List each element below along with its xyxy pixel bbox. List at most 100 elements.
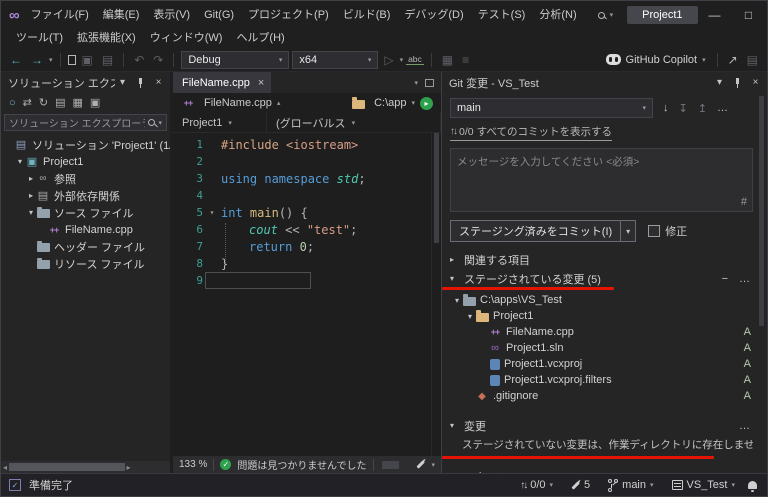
sync-commits-status[interactable]: ↑↓ 0/0 ▾ — [515, 479, 558, 491]
share-icon[interactable]: ↗ — [725, 54, 741, 66]
navigate-forward-icon[interactable]: → — [28, 54, 46, 66]
menu-item[interactable]: 拡張機能(X) — [70, 29, 143, 48]
tree-item[interactable]: ヘッダー ファイル — [1, 238, 170, 255]
solution-configurations-dropdown[interactable]: Debug ▾ — [181, 50, 290, 69]
scrollbar-thumb[interactable] — [9, 463, 125, 471]
vertical-scrollbar[interactable] — [757, 94, 766, 471]
minimize-button[interactable]: — — [698, 1, 732, 29]
solution-platforms-dropdown[interactable]: x64 ▾ — [292, 50, 379, 69]
scope-dropdown[interactable]: (グローバルス ▾ — [267, 113, 441, 132]
notifications-bell-icon[interactable] — [748, 481, 757, 492]
section-related-items[interactable]: ▸ 関連する項目 — [450, 250, 753, 269]
pending-edits-status[interactable]: 5 — [566, 479, 595, 491]
sync-active-document-icon[interactable]: ⇄ — [23, 96, 32, 109]
menu-item[interactable]: プロジェクト(P) — [241, 1, 336, 29]
expander-icon[interactable]: ▾ — [15, 157, 25, 166]
float-window-icon[interactable] — [425, 78, 434, 87]
menu-item[interactable]: ファイル(F) — [24, 1, 96, 29]
staged-file-row[interactable]: FileName.cpp A — [450, 324, 753, 340]
close-icon[interactable]: × — [151, 77, 166, 88]
navigate-back-icon[interactable]: ← — [7, 54, 25, 66]
zoom-level-dropdown[interactable]: 133 % — [179, 459, 207, 470]
code-line[interactable]: 9 — [173, 272, 431, 289]
commit-options-chevron-icon[interactable]: ▾ — [620, 221, 635, 241]
document-selector[interactable]: FileName.cpp — [204, 97, 272, 109]
search-box[interactable]: ▾ — [594, 11, 618, 19]
tab-filename-cpp[interactable]: FileName.cpp × — [173, 72, 272, 93]
expander-icon[interactable]: ▾ — [465, 312, 475, 321]
staged-file-row[interactable]: ▾ C:\apps\VS_Test — [450, 292, 753, 308]
expander-expanded-icon[interactable]: ▾ — [450, 421, 459, 430]
github-copilot-button[interactable]: GitHub Copilot ▾ — [602, 54, 710, 66]
branch-selector-dropdown[interactable]: main ▾ — [450, 98, 653, 118]
menu-item[interactable]: 編集(E) — [96, 1, 147, 29]
code-line[interactable]: 8} — [173, 255, 431, 272]
redo-icon[interactable]: ↷ — [150, 54, 166, 66]
staged-file-row[interactable]: Project1.vcxproj.filters A — [450, 372, 753, 388]
section-stashes[interactable]: ▸ スタッシュ — [450, 467, 753, 474]
undo-icon[interactable]: ↶ — [131, 54, 147, 66]
repo-path-selector[interactable]: C:\app — [374, 97, 406, 109]
code-line[interactable]: 4 — [173, 187, 431, 204]
scroll-left-icon[interactable]: ◂ — [3, 463, 7, 472]
horizontal-scrollbar[interactable]: ◂ ▸ — [1, 461, 170, 473]
line-options-icon[interactable]: ≡ — [459, 54, 472, 66]
staged-file-row[interactable]: .gitignore A — [450, 388, 753, 404]
scroll-right-icon[interactable]: ▸ — [127, 463, 131, 472]
checkbox-box[interactable] — [648, 225, 661, 237]
chevron-up-icon[interactable]: ▴ — [277, 99, 281, 107]
health-message[interactable]: 問題は見つかりませんでした — [237, 457, 366, 472]
chevron-down-icon[interactable]: ▾ — [712, 77, 727, 88]
vertical-scrollbar[interactable] — [431, 133, 441, 455]
chevron-down-icon[interactable]: ▾ — [115, 77, 130, 88]
staged-file-row[interactable]: Project1.vcxproj A — [450, 356, 753, 372]
code-editor[interactable]: 1 #include <iostream> 2 3 using namespace st… — [173, 133, 441, 455]
menu-item[interactable]: ビルド(B) — [336, 1, 398, 29]
search-chevron-icon[interactable]: ▾ — [610, 11, 614, 19]
tree-item[interactable]: ▸ 参照 — [1, 170, 170, 187]
pin-icon[interactable] — [137, 77, 145, 88]
chevron-down-icon[interactable]: ▾ — [411, 99, 415, 107]
fetch-icon[interactable]: ↓ — [663, 102, 669, 114]
tree-item[interactable]: FileName.cpp — [1, 221, 170, 238]
scrollbar-thumb[interactable] — [759, 96, 764, 326]
tree-item[interactable]: リソース ファイル — [1, 255, 170, 272]
work-item-hash-icon[interactable]: # — [741, 196, 747, 208]
staged-file-row[interactable]: Project1.sln A — [450, 340, 753, 356]
background-tasks-icon[interactable]: ✓ — [9, 479, 21, 491]
more-icon[interactable]: … — [736, 273, 753, 285]
section-staged-changes[interactable]: ▾ ステージされている変更 (5) − … — [450, 269, 753, 288]
code-line[interactable]: 1 #include <iostream> — [173, 136, 431, 153]
pull-icon[interactable]: ↧ — [679, 102, 688, 115]
expander-icon[interactable]: ▸ — [26, 191, 36, 200]
more-icon[interactable]: … — [736, 420, 753, 432]
menu-item[interactable]: 分析(N) — [532, 1, 583, 29]
expander-icon[interactable]: ▸ — [26, 174, 36, 183]
feedback-icon[interactable]: ▤ — [744, 54, 761, 66]
tab-close-icon[interactable]: × — [258, 77, 264, 89]
tree-item[interactable]: ▸ 外部依存関係 — [1, 187, 170, 204]
properties-icon[interactable]: ▣ — [90, 96, 100, 109]
commit-staged-button[interactable]: ステージング済みをコミット(I) ▾ — [450, 220, 637, 242]
show-all-files-icon[interactable]: ▦ — [73, 96, 83, 109]
current-repo-status[interactable]: VS_Test ▾ — [667, 479, 740, 491]
find-in-files-icon[interactable]: ▦ — [439, 54, 456, 66]
show-all-commits-link[interactable]: ↑↓ 0/0 すべてのコミットを表示する — [450, 124, 612, 141]
amend-checkbox[interactable]: 修正 — [648, 223, 687, 239]
save-all-icon[interactable]: ▤ — [99, 54, 116, 66]
menu-item[interactable]: ツール(T) — [9, 29, 70, 48]
chevron-down-icon[interactable]: ▾ — [158, 119, 162, 127]
menu-item[interactable]: ウィンドウ(W) — [143, 29, 230, 48]
solution-explorer-search-input[interactable]: ソリューション エクスプローラー の検 ▾ — [4, 114, 167, 131]
chevron-down-icon[interactable]: ▾ — [400, 56, 404, 64]
expander-collapsed-icon[interactable]: ▸ — [450, 472, 459, 473]
spell-check-icon[interactable]: abc — [406, 54, 424, 65]
scrollbar-thumb[interactable] — [381, 460, 399, 469]
tree-item[interactable]: ▾ ソース ファイル — [1, 204, 170, 221]
code-line[interactable]: 7 return 0; — [173, 238, 431, 255]
collapse-all-icon[interactable]: ▤ — [55, 96, 65, 109]
pen-icon[interactable] — [416, 460, 426, 469]
project-dropdown[interactable]: Project1 ▾ — [173, 113, 267, 132]
staged-file-row[interactable]: ▾ Project1 — [450, 308, 753, 324]
switch-views-icon[interactable]: ○ — [9, 97, 16, 109]
